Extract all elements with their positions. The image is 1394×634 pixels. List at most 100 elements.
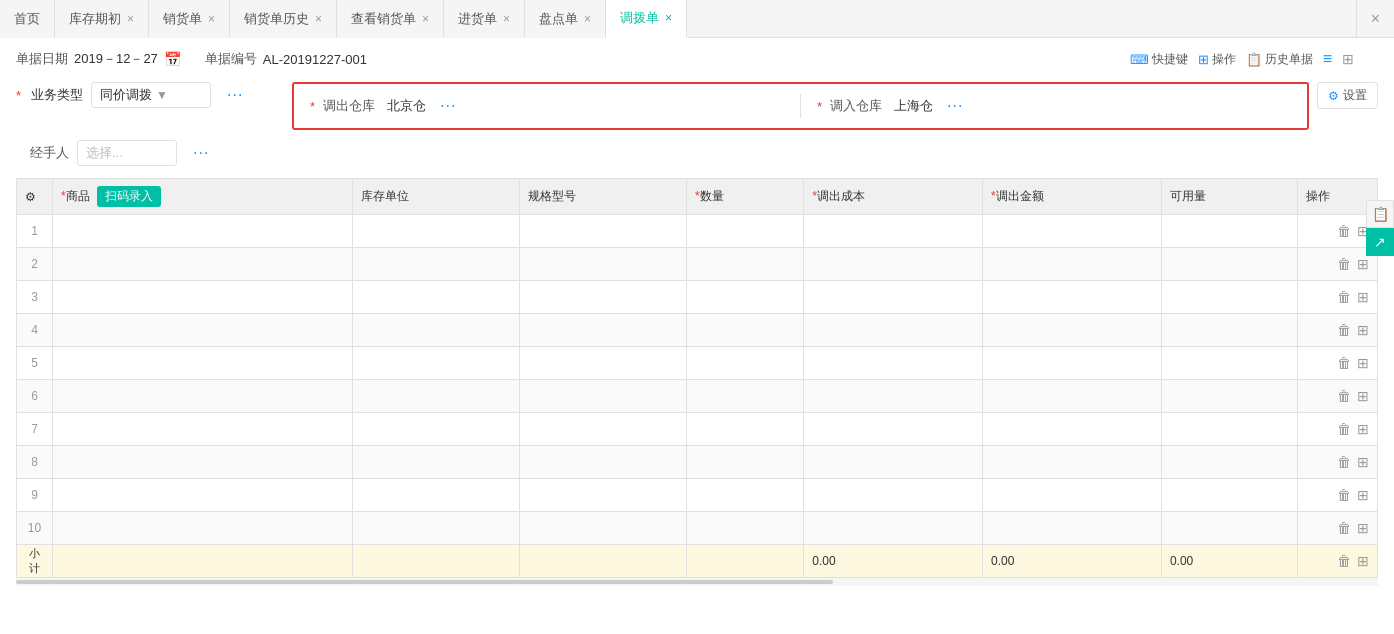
close-button[interactable]: × [1356,0,1394,38]
copy-row-icon[interactable]: ⊞ [1357,487,1369,503]
product-cell[interactable] [53,413,353,446]
qty-cell[interactable] [687,215,804,248]
col-cost: *调出成本 [804,179,983,215]
tab-view-sales[interactable]: 查看销货单× [337,0,444,38]
copy-row-icon[interactable]: ⊞ [1357,256,1369,272]
person-more-button[interactable]: ··· [193,144,209,162]
qty-cell[interactable] [687,248,804,281]
tab-close-sales-history[interactable]: × [315,12,322,26]
qty-cell[interactable] [687,446,804,479]
delete-row-icon[interactable]: 🗑 [1337,355,1351,371]
qty-cell[interactable] [687,314,804,347]
cost-cell[interactable] [804,380,983,413]
cost-cell[interactable] [804,215,983,248]
tab-transfer[interactable]: 调拨单× [606,0,687,38]
settings-button[interactable]: ⚙ 设置 [1317,82,1378,109]
bill-no-field: 单据编号 AL-20191227-001 [205,50,367,68]
delete-icon[interactable]: 🗑 [1337,553,1351,569]
copy-row-icon[interactable]: ⊞ [1357,355,1369,371]
product-cell[interactable] [53,512,353,545]
product-cell[interactable] [53,248,353,281]
op-cell: 🗑 ⊞ [1298,347,1378,380]
copy-icon[interactable]: ⊞ [1357,553,1369,569]
col-gear[interactable]: ⚙ [17,179,53,215]
delete-row-icon[interactable]: 🗑 [1337,289,1351,305]
qty-cell[interactable] [687,512,804,545]
shortcut-key-button[interactable]: ⌨ 快捷键 [1130,51,1188,68]
delete-row-icon[interactable]: 🗑 [1337,454,1351,470]
delete-row-icon[interactable]: 🗑 [1337,256,1351,272]
delete-row-icon[interactable]: 🗑 [1337,388,1351,404]
layout2-button[interactable]: ⊞ [1342,51,1354,67]
qty-cell[interactable] [687,479,804,512]
tab-sales-order[interactable]: 销货单× [149,0,230,38]
person-select[interactable]: 选择... [77,140,177,166]
copy-row-icon[interactable]: ⊞ [1357,388,1369,404]
product-cell[interactable] [53,479,353,512]
product-cell[interactable] [53,446,353,479]
cost-cell[interactable] [804,314,983,347]
copy-row-icon[interactable]: ⊞ [1357,454,1369,470]
tab-close-transfer[interactable]: × [665,11,672,25]
tab-close-view-sales[interactable]: × [422,12,429,26]
qty-cell[interactable] [687,281,804,314]
qty-cell[interactable] [687,347,804,380]
transfer-in-more-button[interactable]: ··· [947,97,963,115]
business-type-more-button[interactable]: ··· [227,86,243,104]
product-cell[interactable] [53,215,353,248]
cost-cell[interactable] [804,446,983,479]
cost-cell[interactable] [804,347,983,380]
tab-purchase-order[interactable]: 进货单× [444,0,525,38]
qty-cell[interactable] [687,413,804,446]
delete-row-icon[interactable]: 🗑 [1337,322,1351,338]
form-row3: 经手人 选择... ··· [16,140,1378,166]
spec-cell [520,248,687,281]
amount-cell [983,281,1162,314]
copy-row-icon[interactable]: ⊞ [1357,289,1369,305]
copy-row-icon[interactable]: ⊞ [1357,322,1369,338]
tab-home[interactable]: 首页 [0,0,55,38]
available-cell [1161,248,1297,281]
delete-row-icon[interactable]: 🗑 [1337,520,1351,536]
delete-row-icon[interactable]: 🗑 [1337,421,1351,437]
row-num-cell: 2 [17,248,53,281]
tab-close-stocktake[interactable]: × [584,12,591,26]
product-cell[interactable] [53,380,353,413]
available-cell [1161,512,1297,545]
col-unit: 库存单位 [353,179,520,215]
cost-cell[interactable] [804,248,983,281]
note-float-button[interactable]: 📋 [1366,200,1394,228]
warehouse-section: * 调出仓库 北京仓 ··· * 调入仓库 上海仓 ··· [292,82,1309,130]
cost-cell[interactable] [804,479,983,512]
history-button[interactable]: 📋 历史单据 [1246,51,1313,68]
business-type-select[interactable]: 同价调拨 ▼ [91,82,211,108]
operation-button[interactable]: ⊞ 操作 [1198,51,1236,68]
available-cell [1161,215,1297,248]
cost-cell[interactable] [804,512,983,545]
cost-cell[interactable] [804,281,983,314]
product-cell[interactable] [53,314,353,347]
tab-sales-history[interactable]: 销货单历史× [230,0,337,38]
product-cell[interactable] [53,347,353,380]
col-spec: 规格型号 [520,179,687,215]
cost-cell[interactable] [804,413,983,446]
transfer-out-more-button[interactable]: ··· [440,97,456,115]
qty-cell[interactable] [687,380,804,413]
amount-cell [983,248,1162,281]
copy-row-icon[interactable]: ⊞ [1357,520,1369,536]
delete-row-icon[interactable]: 🗑 [1337,223,1351,239]
tab-close-purchase-order[interactable]: × [503,12,510,26]
tab-close-inventory-init[interactable]: × [127,12,134,26]
delete-row-icon[interactable]: 🗑 [1337,487,1351,503]
expand-float-button[interactable]: ↗ [1366,228,1394,256]
calendar-icon[interactable]: 📅 [164,51,181,67]
layout1-button[interactable]: ≡ [1323,50,1332,68]
copy-row-icon[interactable]: ⊞ [1357,421,1369,437]
amount-cell [983,446,1162,479]
tab-stocktake[interactable]: 盘点单× [525,0,606,38]
tab-close-sales-order[interactable]: × [208,12,215,26]
scan-button[interactable]: 扫码录入 [97,186,161,207]
tab-inventory-init[interactable]: 库存期初× [55,0,149,38]
product-cell[interactable] [53,281,353,314]
table-row: 4 🗑 ⊞ [17,314,1378,347]
